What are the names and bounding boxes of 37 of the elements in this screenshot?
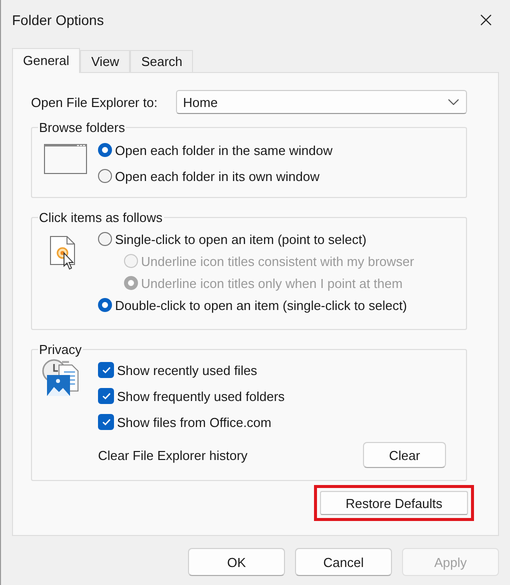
document-pointer-icon: [50, 236, 76, 271]
radio-button[interactable]: [98, 169, 112, 183]
group-title: Browse folders: [38, 120, 126, 135]
option-label: Open each folder in the same window: [115, 142, 333, 158]
clear-button[interactable]: Clear: [363, 442, 446, 468]
tab[interactable]: View: [80, 50, 130, 72]
radio-button[interactable]: [98, 232, 112, 246]
chevron-down-icon: [448, 99, 459, 105]
dialog-button[interactable]: OK: [188, 548, 285, 576]
checkmark-icon: [102, 392, 110, 400]
open-to-dropdown[interactable]: Home: [176, 90, 467, 114]
checkmark-icon: [102, 366, 110, 374]
radio-button[interactable]: [98, 143, 112, 157]
option-label: Show files from Office.com: [117, 414, 272, 430]
dialog-button[interactable]: Cancel: [295, 548, 392, 576]
option-label: Open each folder in its own window: [115, 168, 320, 184]
option-label: Single-click to open an item (point to select): [115, 232, 366, 246]
option-label: Underline icon titles consistent with my browser: [141, 254, 414, 268]
window-title: Folder Options: [12, 12, 104, 28]
option-label: Show frequently used folders: [117, 388, 285, 404]
open-to-label: Open File Explorer to:: [31, 94, 158, 110]
option-label: Double-click to open an item (single-click to select): [115, 298, 407, 312]
tab[interactable]: General: [12, 48, 80, 73]
close-icon[interactable]: [480, 14, 492, 26]
checkbox[interactable]: [98, 388, 114, 404]
checkmark-icon: [102, 418, 110, 426]
tab[interactable]: Search: [130, 50, 194, 72]
option-label: Clear File Explorer history: [98, 448, 248, 462]
window-icon: [44, 144, 87, 174]
radio-button[interactable]: [98, 298, 112, 312]
restore-defaults-button[interactable]: Restore Defaults: [320, 491, 468, 515]
group-title: Privacy: [38, 342, 83, 357]
checkbox[interactable]: [98, 362, 114, 378]
option-label: Show recently used files: [117, 362, 258, 378]
option-label: Underline icon titles only when I point at them: [141, 276, 403, 290]
checkbox[interactable]: [98, 414, 114, 430]
group-title: Click items as follows: [38, 210, 164, 225]
